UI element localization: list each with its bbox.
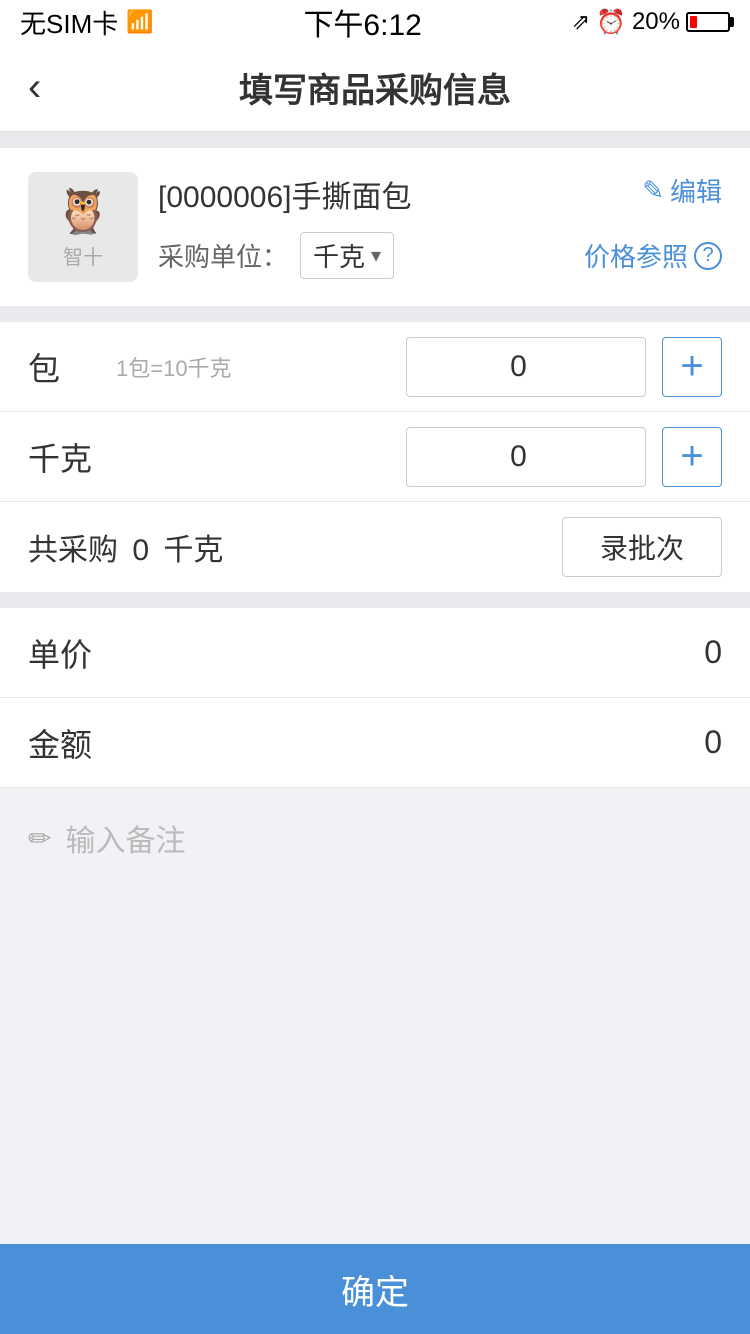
unit-price-row: 单价 0 [0, 608, 750, 698]
summary-unit: 千克 [163, 534, 223, 567]
status-bar: 无SIM卡 📶 下午6:12 ⇗ ⏰ 20% [0, 0, 750, 44]
unit-value: 千克 [313, 237, 365, 274]
carrier-text: 无SIM卡 [20, 4, 118, 41]
amount-row: 金额 0 [0, 698, 750, 788]
bao-sublabel: 1包=10千克 [116, 351, 232, 383]
record-batch-button[interactable]: 录批次 [562, 517, 722, 577]
product-card: 🦉 智十 [0000006]手撕面包 采购单位： 千克 ▾ 价格参照 ? ✎ 编… [0, 148, 750, 306]
unit-price-value: 0 [704, 634, 722, 671]
bao-input[interactable] [406, 337, 646, 397]
product-logo-icon: 🦉 [56, 185, 111, 237]
section-divider-mid [0, 306, 750, 322]
section-divider-info [0, 592, 750, 608]
edit-button[interactable]: ✎ 编辑 [642, 172, 722, 209]
remark-row: ✏ 输入备注 [28, 816, 722, 860]
product-image: 🦉 智十 [28, 172, 138, 282]
battery-text: 20% [632, 8, 680, 36]
kg-input-row: 千克 + [0, 412, 750, 502]
product-name: [0000006]手撕面包 [158, 172, 722, 216]
unit-price-label: 单价 [28, 630, 92, 676]
amount-label: 金额 [28, 720, 92, 766]
amount-value: 0 [704, 724, 722, 761]
summary-text: 共采购 0 千克 [28, 525, 223, 569]
kg-input[interactable] [406, 427, 646, 487]
bao-input-row: 包 1包=10千克 + [0, 322, 750, 412]
summary-value: 0 [132, 534, 149, 567]
status-left: 无SIM卡 📶 [20, 4, 154, 41]
kg-plus-button[interactable]: + [662, 427, 722, 487]
edit-icon: ✎ [642, 175, 664, 206]
unit-selector[interactable]: 千克 ▾ [300, 232, 394, 279]
product-unit-row: 采购单位： 千克 ▾ 价格参照 ? [158, 232, 722, 279]
unit-label: 采购单位： [158, 237, 288, 274]
bao-field-wrap: + [232, 337, 722, 397]
back-button[interactable]: ‹ [28, 65, 41, 110]
confirm-button[interactable]: 确定 [0, 1244, 750, 1334]
summary-row: 共采购 0 千克 录批次 [0, 502, 750, 592]
nav-bar: ‹ 填写商品采购信息 [0, 44, 750, 132]
wifi-icon: 📶 [126, 9, 153, 35]
alarm-icon: ⏰ [596, 8, 626, 37]
product-info: [0000006]手撕面包 采购单位： 千克 ▾ 价格参照 ? [158, 172, 722, 279]
price-ref-button[interactable]: 价格参照 ? [584, 237, 722, 274]
section-divider-top [0, 132, 750, 148]
help-icon: ? [694, 242, 722, 270]
edit-label: 编辑 [670, 172, 722, 209]
summary-prefix: 共采购 [28, 534, 118, 567]
info-section: 单价 0 金额 0 [0, 608, 750, 788]
bao-plus-button[interactable]: + [662, 337, 722, 397]
remark-section[interactable]: ✏ 输入备注 [0, 788, 750, 988]
location-icon: ⇗ [572, 9, 590, 35]
input-section: 包 1包=10千克 + 千克 + [0, 322, 750, 502]
pencil-icon: ✏ [28, 822, 51, 855]
product-logo-label: 智十 [63, 241, 103, 270]
time-display: 下午6:12 [303, 0, 421, 44]
price-ref-label: 价格参照 [584, 237, 688, 274]
kg-field-wrap: + [108, 427, 722, 487]
page-title: 填写商品采购信息 [239, 63, 511, 112]
remark-placeholder-text: 输入备注 [65, 816, 185, 860]
bao-label: 包 [28, 344, 108, 390]
kg-label: 千克 [28, 434, 108, 480]
confirm-button-label: 确定 [341, 1265, 409, 1314]
battery-icon [686, 12, 730, 32]
chevron-down-icon: ▾ [371, 243, 381, 268]
status-right: ⇗ ⏰ 20% [572, 8, 730, 37]
